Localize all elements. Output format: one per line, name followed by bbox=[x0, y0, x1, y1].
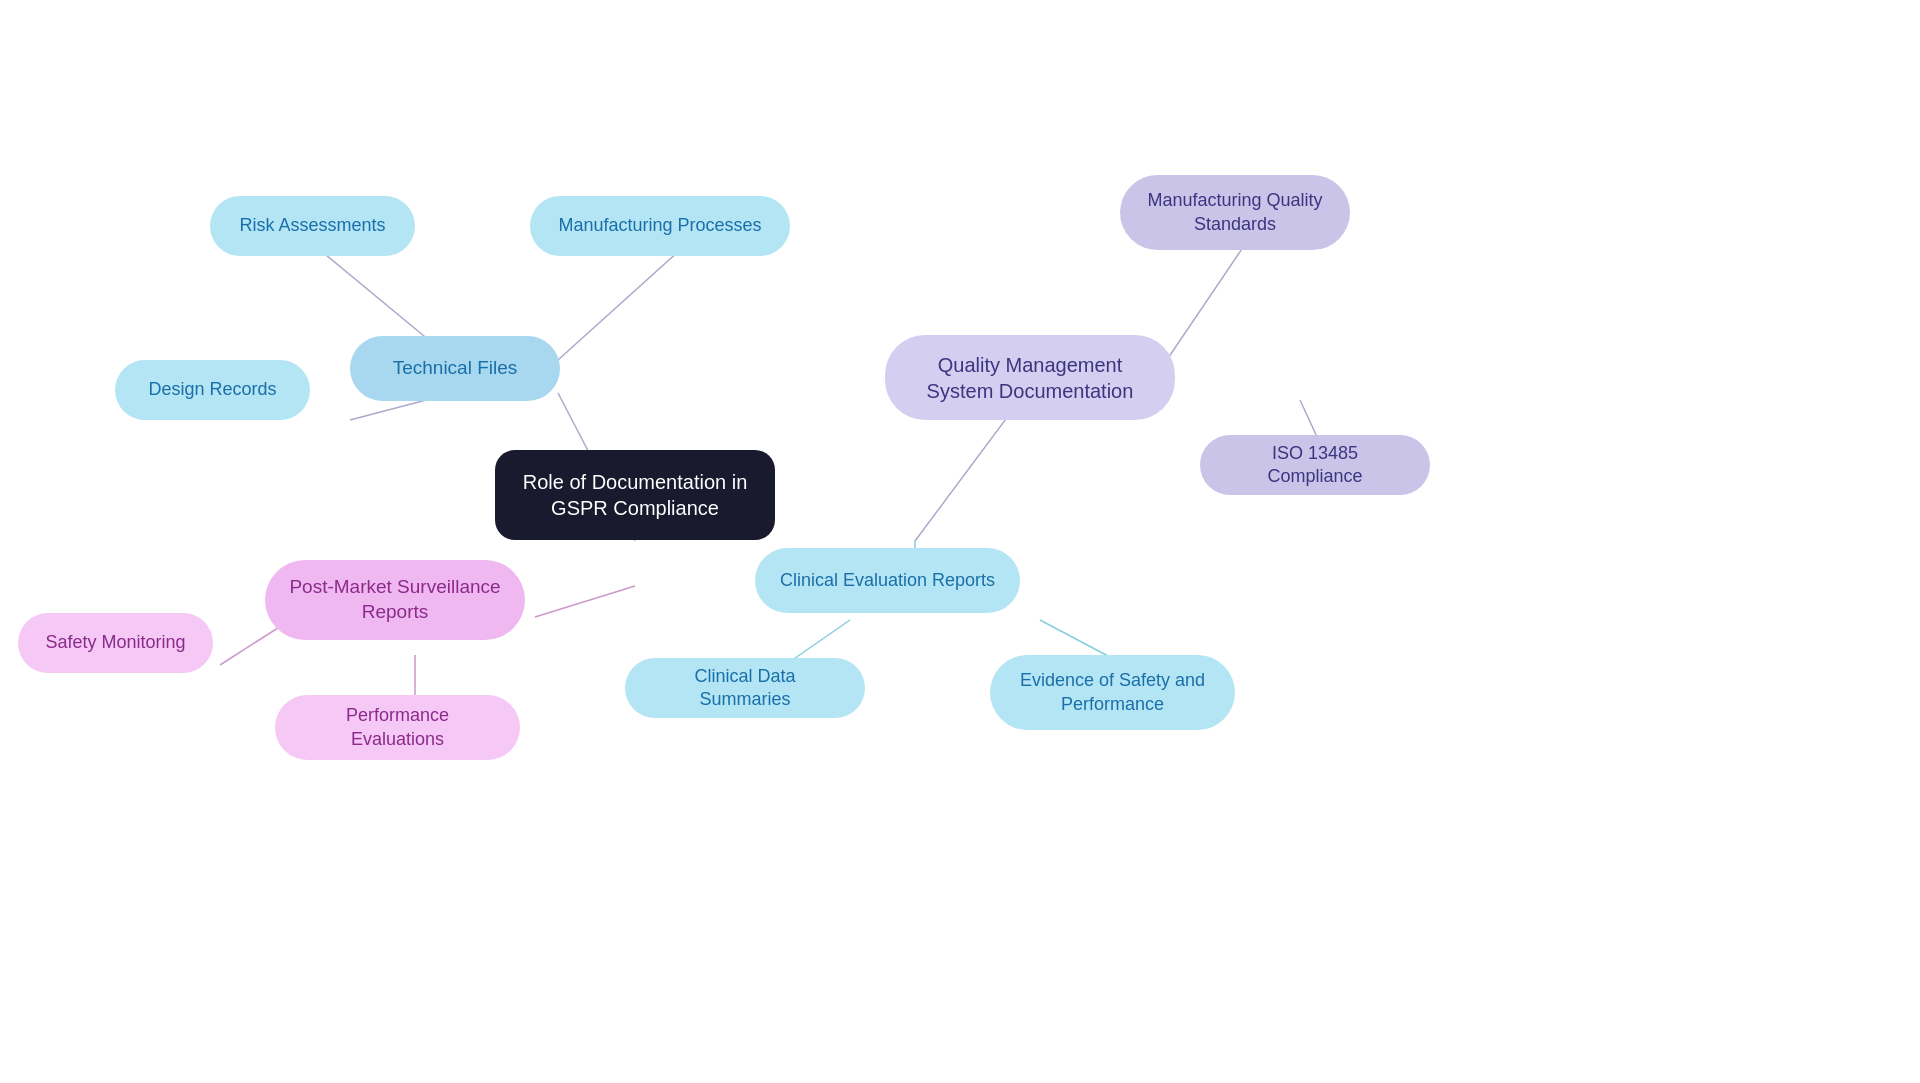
qms-node: Quality Management System Documentation bbox=[885, 335, 1175, 420]
clinical-data-node: Clinical Data Summaries bbox=[625, 658, 865, 718]
safety-monitoring-label: Safety Monitoring bbox=[45, 631, 185, 654]
post-market-label: Post-Market Surveillance Reports bbox=[287, 575, 503, 624]
svg-line-2 bbox=[558, 250, 680, 360]
evidence-node: Evidence of Safety and Performance bbox=[990, 655, 1235, 730]
manufacturing-processes-label: Manufacturing Processes bbox=[558, 214, 761, 237]
svg-line-7 bbox=[535, 586, 635, 617]
iso-node: ISO 13485 Compliance bbox=[1200, 435, 1430, 495]
technical-files-node: Technical Files bbox=[350, 336, 560, 401]
design-records-node: Design Records bbox=[115, 360, 310, 420]
clinical-data-label: Clinical Data Summaries bbox=[647, 665, 843, 712]
manufacturing-processes-node: Manufacturing Processes bbox=[530, 196, 790, 256]
mfg-quality-label: Manufacturing Quality Standards bbox=[1142, 189, 1328, 236]
svg-line-4 bbox=[915, 400, 1020, 541]
performance-eval-node: Performance Evaluations bbox=[275, 695, 520, 760]
safety-monitoring-node: Safety Monitoring bbox=[18, 613, 213, 673]
evidence-label: Evidence of Safety and Performance bbox=[1012, 669, 1213, 716]
iso-label: ISO 13485 Compliance bbox=[1222, 442, 1408, 489]
risk-assessments-label: Risk Assessments bbox=[239, 214, 385, 237]
clinical-eval-node: Clinical Evaluation Reports bbox=[755, 548, 1020, 613]
qms-label: Quality Management System Documentation bbox=[907, 352, 1153, 404]
risk-assessments-node: Risk Assessments bbox=[210, 196, 415, 256]
svg-line-5 bbox=[1160, 237, 1250, 370]
design-records-label: Design Records bbox=[148, 378, 276, 401]
technical-files-label: Technical Files bbox=[393, 356, 518, 381]
performance-eval-label: Performance Evaluations bbox=[297, 704, 498, 751]
clinical-eval-label: Clinical Evaluation Reports bbox=[780, 569, 995, 592]
center-label: Role of Documentation in GSPR Compliance bbox=[517, 469, 753, 521]
mfg-quality-node: Manufacturing Quality Standards bbox=[1120, 175, 1350, 250]
center-node: Role of Documentation in GSPR Compliance bbox=[495, 450, 775, 540]
post-market-node: Post-Market Surveillance Reports bbox=[265, 560, 525, 640]
